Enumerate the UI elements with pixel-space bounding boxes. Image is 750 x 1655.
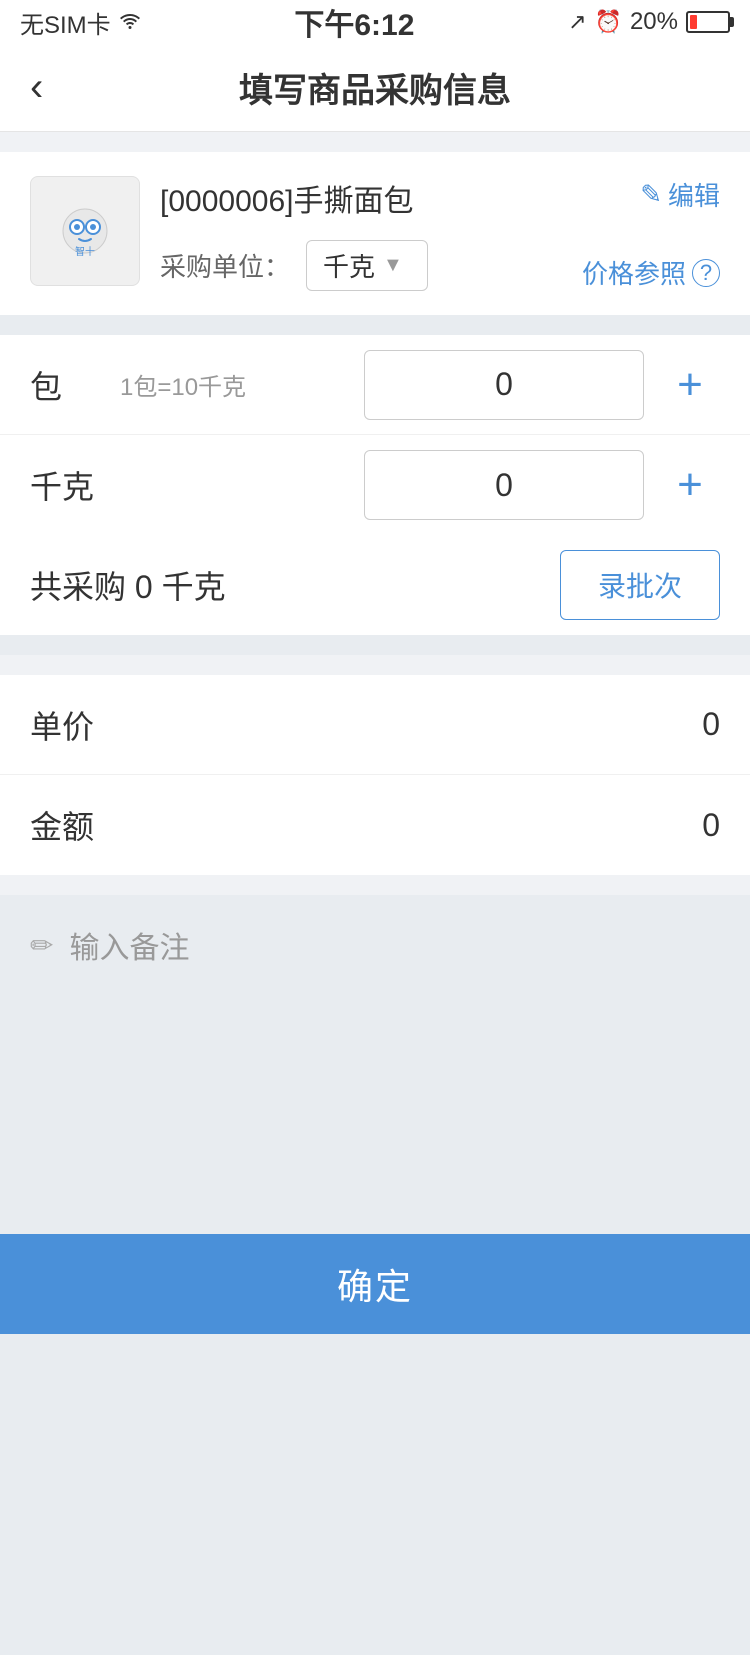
- status-time: 下午6:12: [294, 0, 414, 44]
- product-name: [0000006]手撕面包: [160, 176, 720, 220]
- edit-icon: ✎: [640, 179, 662, 210]
- edit-button[interactable]: ✎ 编辑: [640, 176, 720, 213]
- kg-input-row: 千克 0 +: [0, 435, 750, 535]
- section-divider-1: [0, 315, 750, 335]
- price-ref-label: 价格参照: [582, 254, 686, 291]
- product-logo-icon: 智十: [55, 199, 115, 264]
- nav-bar: ‹ 填写商品采购信息: [0, 44, 750, 132]
- battery-percent: 20%: [630, 8, 678, 36]
- bao-input[interactable]: 0: [364, 350, 644, 420]
- unit-price-row: 单价 0: [0, 675, 750, 775]
- svg-text:智十: 智十: [75, 245, 95, 258]
- remark-placeholder: 输入备注: [69, 923, 189, 967]
- sim-label: 无SIM卡: [20, 5, 111, 40]
- kg-input[interactable]: 0: [364, 450, 644, 520]
- content-body: [0, 1055, 750, 1655]
- kg-input-wrapper: 0 +: [110, 450, 720, 520]
- amount-value: 0: [702, 807, 720, 844]
- bao-plus-button[interactable]: +: [660, 355, 720, 415]
- unit-label: 采购单位：: [160, 247, 290, 284]
- confirm-button[interactable]: 确定: [0, 1234, 750, 1334]
- remark-input[interactable]: ✏ 输入备注: [30, 923, 720, 967]
- chevron-down-icon: ▼: [383, 254, 403, 277]
- section-divider-2: [0, 635, 750, 655]
- summary-section: 共采购 0 千克 录批次: [0, 535, 750, 635]
- wifi-icon: [119, 9, 141, 35]
- edit-label: 编辑: [668, 176, 720, 213]
- page-title: 填写商品采购信息: [239, 63, 511, 112]
- price-section: 单价 0 金额 0: [0, 675, 750, 875]
- bao-sub-label: 1包=10千克: [120, 367, 246, 402]
- bao-input-wrapper: 0 +: [246, 350, 720, 420]
- location-icon: ↗: [568, 9, 586, 35]
- unit-select[interactable]: 千克 ▼: [306, 240, 428, 291]
- help-icon: ?: [692, 259, 720, 287]
- battery-icon: [686, 11, 730, 33]
- kg-label: 千克: [30, 462, 110, 508]
- amount-label: 金额: [30, 802, 94, 848]
- bao-label: 包: [30, 362, 110, 408]
- status-bar: 无SIM卡 下午6:12 ↗ ⏰ 20%: [0, 0, 750, 44]
- remark-section[interactable]: ✏ 输入备注: [0, 895, 750, 1055]
- pencil-icon: ✏: [30, 929, 53, 962]
- status-right: ↗ ⏰ 20%: [568, 8, 730, 36]
- summary-text: 共采购 0 千克: [30, 562, 226, 608]
- product-image: 智十: [30, 176, 140, 286]
- product-card: 智十 [0000006]手撕面包 采购单位： 千克 ▼ ✎ 编辑 价格参照 ?: [0, 152, 750, 315]
- input-section: 包 1包=10千克 0 + 千克 0 +: [0, 335, 750, 535]
- amount-row: 金额 0: [0, 775, 750, 875]
- alarm-icon: ⏰: [595, 9, 622, 35]
- unit-price-value: 0: [702, 706, 720, 743]
- summary-row: 共采购 0 千克 录批次: [0, 535, 750, 635]
- unit-price-label: 单价: [30, 702, 94, 748]
- price-ref-button[interactable]: 价格参照 ?: [582, 254, 720, 291]
- kg-plus-button[interactable]: +: [660, 455, 720, 515]
- status-left: 无SIM卡: [20, 5, 141, 40]
- back-button[interactable]: ‹: [30, 65, 43, 110]
- bao-input-row: 包 1包=10千克 0 +: [0, 335, 750, 435]
- batch-button[interactable]: 录批次: [560, 550, 720, 620]
- unit-value: 千克: [323, 247, 375, 284]
